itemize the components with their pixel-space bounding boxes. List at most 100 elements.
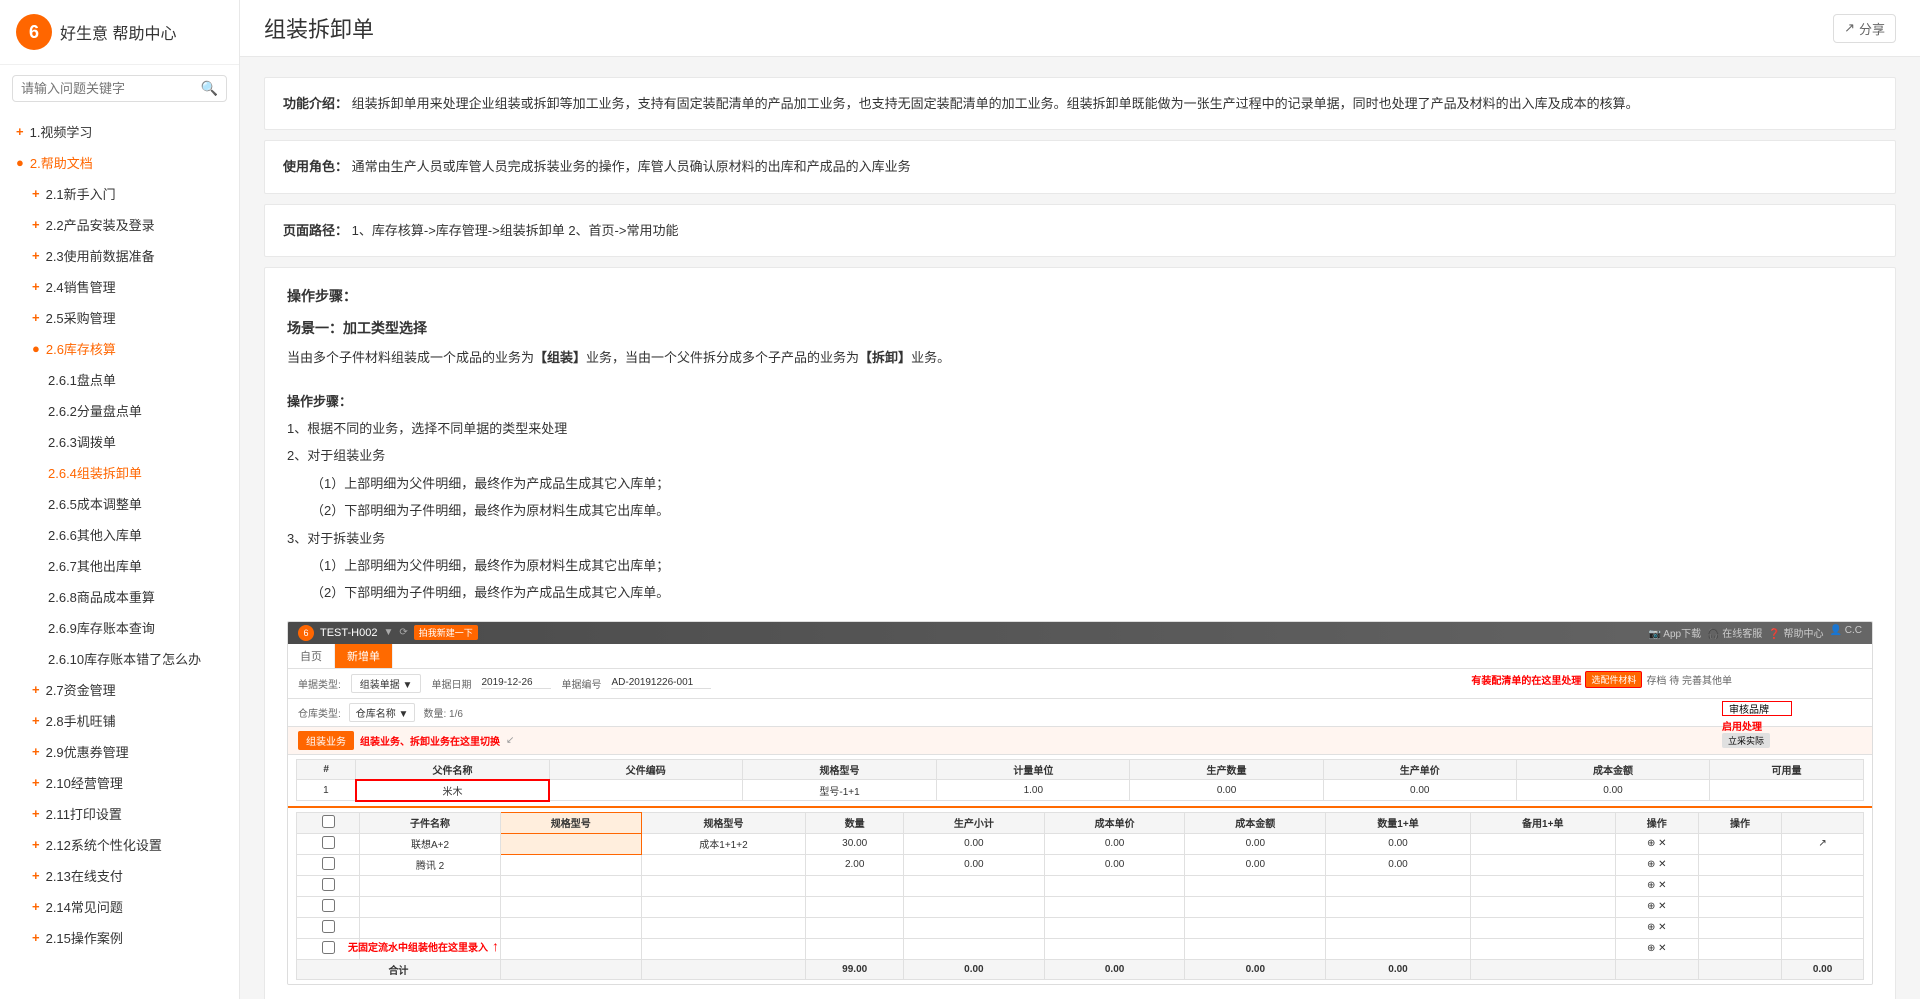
screenshot-sim: 6 TEST-H002 ▼ ⟳ 拍我新建一下 📷 App下载 🎧 在线客服 ❓ … xyxy=(288,622,1872,984)
ss-lth-extra2 xyxy=(1782,812,1864,833)
sidebar-item-2-6-4[interactable]: 2.6.4组装拆卸单 xyxy=(0,457,239,488)
ss-lth-spec: 规格型号 xyxy=(641,812,806,833)
sidebar-item-2-3[interactable]: + 2.3使用前数据准备 xyxy=(0,240,239,271)
sidebar-label-2-13: 2.13在线支付 xyxy=(46,866,123,885)
step2-1: （1）上部明细为父件明细，最终作为产成品生成其它入库单； xyxy=(287,472,1873,495)
page-header: 组装拆卸单 ↗ 分享 xyxy=(240,0,1920,57)
ss-select-all[interactable] xyxy=(322,815,335,828)
ss-brand-input[interactable] xyxy=(1722,701,1792,716)
ss-lth-price: 成本单价 xyxy=(1044,812,1185,833)
sidebar-item-2-8[interactable]: + 2.8手机旺铺 xyxy=(0,705,239,736)
table-row: 1 米木 型号-1+1 1.00 0.00 0.00 0.00 xyxy=(297,780,1864,801)
role-label: 使用角色： xyxy=(283,159,348,174)
role-text: 使用角色： 通常由生产人员或库管人员完成拆装业务的操作，库管人员确认原材料的出库… xyxy=(283,159,911,174)
ss-bill-value: AD-20191226-001 xyxy=(611,677,711,689)
sidebar-item-2-1[interactable]: + 2.1新手入门 xyxy=(0,178,239,209)
path-label: 页面路径： xyxy=(283,223,348,238)
sidebar-label-2-6-6: 2.6.6其他入库单 xyxy=(48,525,142,544)
sidebar-item-2-6-3[interactable]: 2.6.3调拨单 xyxy=(0,426,239,457)
sidebar-label-2-6-7: 2.6.7其他出库单 xyxy=(48,556,142,575)
sidebar-item-1[interactable]: + 1.视频学习 xyxy=(0,116,239,147)
ss-lth-code: 规格型号 xyxy=(500,812,641,833)
expand-icon-2: ● xyxy=(16,155,24,170)
sidebar-item-2-6-10[interactable]: 2.6.10库存账本错了怎么办 xyxy=(0,643,239,674)
ss-date-value: 2019-12-26 xyxy=(481,677,551,689)
step3-1: （1）上部明细为父件明细，最终作为原材料生成其它出库单； xyxy=(287,554,1873,577)
sidebar-label-2-6-2: 2.6.2分量盘点单 xyxy=(48,401,142,420)
sidebar-item-2-6-6[interactable]: 2.6.6其他入库单 xyxy=(0,519,239,550)
ss-lth-cost: 成本金额 xyxy=(1185,812,1326,833)
search-input[interactable] xyxy=(21,81,201,96)
ss-qty-label: 数量: 1/6 xyxy=(423,705,462,720)
sidebar-item-2-6-8[interactable]: 2.6.8商品成本重算 xyxy=(0,581,239,612)
sidebar-item-2-11[interactable]: + 2.11打印设置 xyxy=(0,798,239,829)
ss-th-index: # xyxy=(297,759,356,780)
sidebar-item-2-14[interactable]: + 2.14常见问题 xyxy=(0,891,239,922)
ss-assy-badge[interactable]: 组装业务 xyxy=(298,731,354,750)
ss-tab-new[interactable]: 新增单 xyxy=(335,644,393,668)
ss-lth-unit: 数量 xyxy=(806,812,904,833)
sidebar-item-2-10[interactable]: + 2.10经营管理 xyxy=(0,767,239,798)
ss-confirm-btn[interactable]: 立采实际 xyxy=(1722,733,1770,748)
sidebar-label-2-5: 2.5采购管理 xyxy=(46,308,116,327)
path-text: 页面路径： 1、库存核算->库存管理->组装拆卸单 2、首页->常用功能 xyxy=(283,223,678,238)
sidebar-label-2-9: 2.9优惠券管理 xyxy=(46,742,129,761)
expand-icon-2-4: + xyxy=(32,279,40,294)
ss-extra-btns: 存档 待 完善其他单 xyxy=(1646,672,1732,687)
table-row: ⊕ ✕ xyxy=(297,917,1864,938)
sidebar-item-2-4[interactable]: + 2.4销售管理 xyxy=(0,271,239,302)
ss-wh-dropdown[interactable]: 仓库名称 ▼ xyxy=(349,703,416,722)
share-button[interactable]: ↗ 分享 xyxy=(1833,14,1896,43)
expand-icon-2-6: ● xyxy=(32,341,40,356)
table-row: 腾讯 2 2.00 0.00 0.00 0.00 0.00 ⊕ ✕ xyxy=(297,854,1864,875)
sidebar-item-2-6-9[interactable]: 2.6.9库存账本查询 xyxy=(0,612,239,643)
sidebar-item-2-7[interactable]: + 2.7资金管理 xyxy=(0,674,239,705)
table-row: ⊕ ✕ xyxy=(297,938,1864,959)
expand-icon-2-12: + xyxy=(32,837,40,852)
ss-th-unit: 计量单位 xyxy=(937,759,1130,780)
sidebar-item-2-6-5[interactable]: 2.6.5成本调整单 xyxy=(0,488,239,519)
sidebar-label-2-6-5: 2.6.5成本调整单 xyxy=(48,494,142,513)
expand-icon-2-14: + xyxy=(32,899,40,914)
ss-th-price: 生产单价 xyxy=(1323,759,1516,780)
ss-th-qty: 生产数量 xyxy=(1130,759,1323,780)
sidebar-label-2-6-4: 2.6.4组装拆卸单 xyxy=(48,463,142,482)
ss-table-wrapper: # 父件名称 父件编码 规格型号 计量单位 生产数量 生产单价 成本金额 可用量 xyxy=(288,755,1872,806)
annotation-2-text: 组装业务、拆卸业务在这里切换 xyxy=(360,733,500,748)
logo-icon: 6 xyxy=(16,14,52,50)
ss-process-btn[interactable]: 选配件材料 xyxy=(1585,671,1642,688)
annotation-3-container: 启用处理 立采实际 xyxy=(1722,701,1792,748)
sidebar-item-2-2[interactable]: + 2.2产品安装及登录 xyxy=(0,209,239,240)
sidebar-item-2-5[interactable]: + 2.5采购管理 xyxy=(0,302,239,333)
sidebar-label-2-6-1: 2.6.1盘点单 xyxy=(48,370,116,389)
steps-block: 操作步骤： 场景一：加工类型选择 当由多个子件材料组装成一个成品的业务为【组装】… xyxy=(264,267,1896,999)
sidebar-item-2-15[interactable]: + 2.15操作案例 xyxy=(0,922,239,953)
sidebar-item-2-13[interactable]: + 2.13在线支付 xyxy=(0,860,239,891)
sidebar-label-1: 1.视频学习 xyxy=(30,122,93,141)
sidebar-label-2-6-3: 2.6.3调拨单 xyxy=(48,432,116,451)
logo-area: 6 好生意 帮助中心 xyxy=(0,0,239,65)
expand-icon-1: + xyxy=(16,124,24,139)
ss-type-dropdown[interactable]: 组装单据 ▼ xyxy=(351,674,422,693)
ss-tab-home[interactable]: 自页 xyxy=(288,644,335,668)
ss-add-hint: ↙ xyxy=(506,735,514,746)
sidebar-item-2-6-1[interactable]: 2.6.1盘点单 xyxy=(0,364,239,395)
expand-icon-2-3: + xyxy=(32,248,40,263)
expand-icon-2-15: + xyxy=(32,930,40,945)
sidebar-item-2-6[interactable]: ● 2.6库存核算 xyxy=(0,333,239,364)
expand-icon-2-2: + xyxy=(32,217,40,232)
scenario1-title: 场景一：加工类型选择 xyxy=(287,318,1873,338)
func-intro-block: 功能介绍： 组装拆卸单用来处理企业组装或拆卸等加工业务，支持有固定装配清单的产品… xyxy=(264,77,1896,130)
sidebar-item-2-12[interactable]: + 2.12系统个性化设置 xyxy=(0,829,239,860)
sidebar-item-2[interactable]: ● 2.帮助文档 xyxy=(0,147,239,178)
search-icon: 🔍 xyxy=(201,80,218,97)
search-box[interactable]: 🔍 xyxy=(12,75,227,102)
annotation-4-text: 无固定流水中组装他在这里录入 xyxy=(348,939,488,954)
role-block: 使用角色： 通常由生产人员或库管人员完成拆装业务的操作，库管人员确认原材料的出库… xyxy=(264,140,1896,193)
step2: 2、对于组装业务 xyxy=(287,444,1873,467)
step2-2: （2）下部明细为子件明细，最终作为原材料生成其它出库单。 xyxy=(287,499,1873,522)
sidebar-item-2-9[interactable]: + 2.9优惠券管理 xyxy=(0,736,239,767)
ss-th-spec: 规格型号 xyxy=(742,759,936,780)
sidebar-item-2-6-7[interactable]: 2.6.7其他出库单 xyxy=(0,550,239,581)
sidebar-item-2-6-2[interactable]: 2.6.2分量盘点单 xyxy=(0,395,239,426)
